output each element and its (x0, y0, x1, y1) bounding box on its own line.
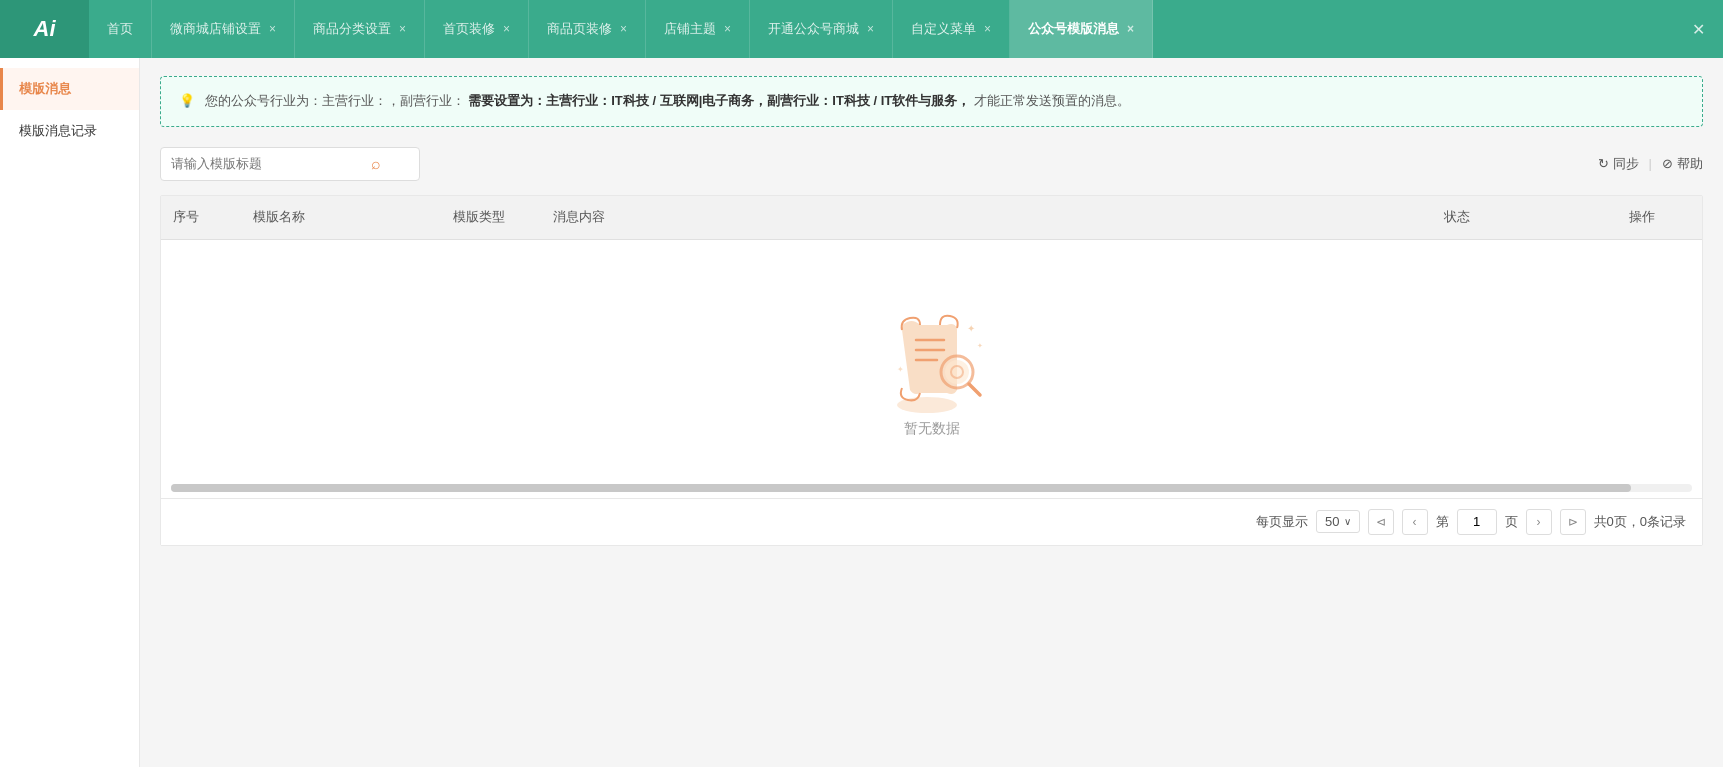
svg-text:✦: ✦ (897, 365, 904, 374)
tab-open-mall[interactable]: 开通公众号商城 × (750, 0, 893, 58)
close-shop-theme[interactable]: × (724, 23, 731, 35)
th-seq: 序号 (161, 208, 241, 226)
close-all-button[interactable]: ✕ (1674, 20, 1723, 39)
empty-text: 暂无数据 (904, 420, 960, 438)
svg-text:✦: ✦ (977, 342, 983, 349)
notice-suffix: 才能正常发送预置的消息。 (974, 93, 1130, 108)
page-size-label: 每页显示 (1256, 513, 1308, 531)
th-status: 状态 (1432, 208, 1582, 226)
sidebar-item-template-record[interactable]: 模版消息记录 (0, 110, 139, 152)
th-content: 消息内容 (541, 208, 1432, 226)
th-action: 操作 (1582, 208, 1702, 226)
tab-custom-menu[interactable]: 自定义菜单 × (893, 0, 1010, 58)
pagination-bar: 每页显示 50 ∨ ⊲ ‹ 第 页 › ⊳ 共0页，0条记录 (161, 498, 1702, 545)
tab-bar: Ai 首页 微商城店铺设置 × 商品分类设置 × 首页装修 × 商品页装修 × … (0, 0, 1723, 58)
page-label: 页 (1505, 513, 1518, 531)
tab-shop-theme[interactable]: 店铺主题 × (646, 0, 750, 58)
search-input[interactable] (171, 156, 371, 171)
help-button[interactable]: ⊘ 帮助 (1662, 155, 1703, 173)
close-custom-menu[interactable]: × (984, 23, 991, 35)
svg-line-6 (969, 384, 980, 395)
notice-highlight: 需要设置为：主营行业：IT科技 / 互联网|电子商务，副营行业：IT科技 / I… (468, 93, 970, 108)
sync-button[interactable]: ↻ 同步 (1598, 155, 1639, 173)
notice-box: 💡 您的公众号行业为：主营行业：，副营行业： 需要设置为：主营行业：IT科技 /… (160, 76, 1703, 127)
search-bar: ⌕ ↻ 同步 | ⊘ 帮助 (160, 147, 1703, 181)
page-size-value: 50 (1325, 514, 1339, 529)
next-page-button[interactable]: › (1526, 509, 1552, 535)
prev-page-button[interactable]: ‹ (1402, 509, 1428, 535)
help-icon: ⊘ (1662, 156, 1673, 171)
scrollbar-area (161, 484, 1702, 492)
scrollbar-thumb (171, 484, 1631, 492)
pagination-right: 每页显示 50 ∨ ⊲ ‹ 第 页 › ⊳ 共0页，0条记录 (1256, 509, 1686, 535)
main-layout: 模版消息 模版消息记录 💡 您的公众号行业为：主营行业：，副营行业： 需要设置为… (0, 58, 1723, 767)
tab-home-decor[interactable]: 首页装修 × (425, 0, 529, 58)
empty-state: ✦ ✦ ✦ 暂无数据 (161, 240, 1702, 478)
search-icon[interactable]: ⌕ (371, 155, 381, 173)
table-header: 序号 模版名称 模版类型 消息内容 状态 操作 (161, 196, 1702, 240)
close-template-msg[interactable]: × (1127, 23, 1134, 35)
tab-template-msg[interactable]: 公众号模版消息 × (1010, 0, 1153, 58)
chevron-down-icon: ∨ (1344, 516, 1351, 527)
close-shop-settings[interactable]: × (269, 23, 276, 35)
app-logo: Ai (0, 0, 89, 58)
toolbar-right: ↻ 同步 | ⊘ 帮助 (1598, 155, 1703, 173)
th-name: 模版名称 (241, 208, 441, 226)
close-category-settings[interactable]: × (399, 23, 406, 35)
last-page-button[interactable]: ⊳ (1560, 509, 1586, 535)
tab-product-decor[interactable]: 商品页装修 × (529, 0, 646, 58)
total-info: 共0页，0条记录 (1594, 513, 1686, 531)
th-type: 模版类型 (441, 208, 541, 226)
close-home-decor[interactable]: × (503, 23, 510, 35)
page-size-select[interactable]: 50 ∨ (1316, 510, 1359, 533)
tab-home[interactable]: 首页 (89, 0, 152, 58)
toolbar-divider: | (1649, 156, 1652, 171)
tab-category-settings[interactable]: 商品分类设置 × (295, 0, 425, 58)
sidebar: 模版消息 模版消息记录 (0, 58, 140, 767)
content-area: 💡 您的公众号行业为：主营行业：，副营行业： 需要设置为：主营行业：IT科技 /… (140, 58, 1723, 767)
close-open-mall[interactable]: × (867, 23, 874, 35)
close-product-decor[interactable]: × (620, 23, 627, 35)
notice-icon: 💡 (179, 91, 195, 112)
scrollbar-track[interactable] (171, 484, 1692, 492)
first-page-button[interactable]: ⊲ (1368, 509, 1394, 535)
sidebar-item-template-message[interactable]: 模版消息 (0, 68, 139, 110)
notice-prefix: 您的公众号行业为：主营行业：，副营行业： (205, 93, 465, 108)
tab-shop-settings[interactable]: 微商城店铺设置 × (152, 0, 295, 58)
page-input[interactable] (1457, 509, 1497, 535)
di-label: 第 (1436, 513, 1449, 531)
search-input-wrap[interactable]: ⌕ (160, 147, 420, 181)
empty-illustration: ✦ ✦ ✦ (872, 300, 992, 420)
sync-icon: ↻ (1598, 156, 1609, 171)
table-container: 序号 模版名称 模版类型 消息内容 状态 操作 (160, 195, 1703, 546)
svg-text:✦: ✦ (967, 323, 975, 334)
svg-point-5 (945, 360, 969, 384)
